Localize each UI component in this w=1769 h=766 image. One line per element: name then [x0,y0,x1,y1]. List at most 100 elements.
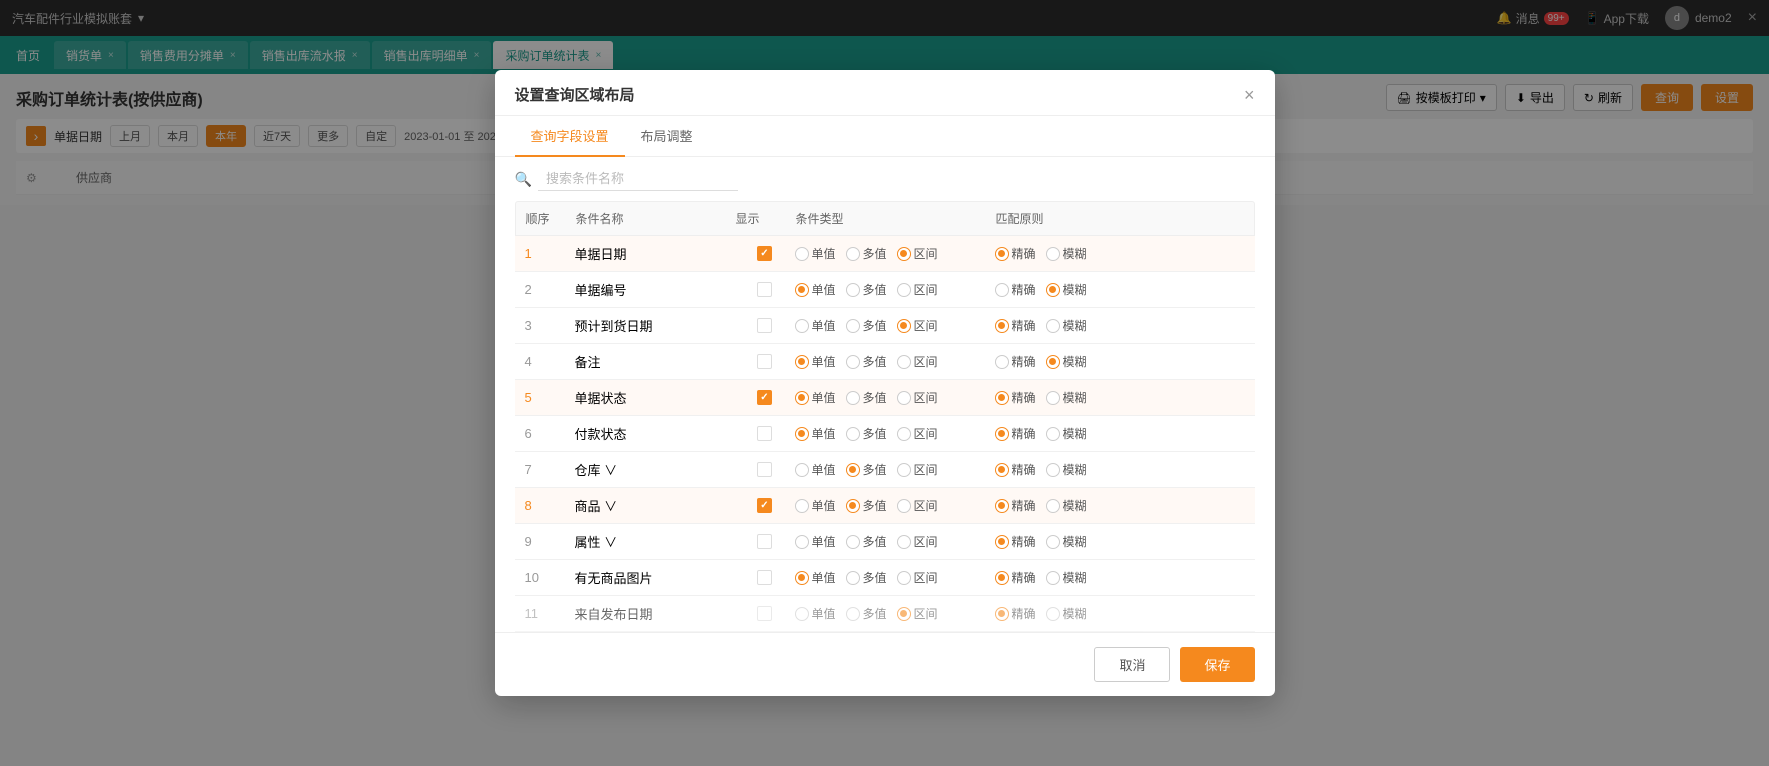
row-name: 单据日期 [575,244,735,263]
dialog-header: 设置查询区域布局 × [495,70,1275,116]
radio-single[interactable]: 单值 [795,245,836,262]
radio-range[interactable]: 区间 [897,569,938,586]
radio-exact[interactable]: 精确 [995,569,1036,586]
row-type-group: 单值 多值 区间 [795,533,995,550]
row-display-checkbox[interactable] [735,570,795,585]
row-display-checkbox[interactable] [735,498,795,513]
row-match-group: 精确 模糊 [995,245,1195,262]
row-name: 有无商品图片 [575,568,735,587]
radio-exact[interactable]: 精确 [995,461,1036,478]
radio-range[interactable]: 区间 [897,245,938,262]
radio-fuzzy[interactable]: 模糊 [1046,425,1087,442]
radio-exact[interactable]: 精确 [995,389,1036,406]
radio-single[interactable]: 单值 [795,281,836,298]
radio-multi[interactable]: 多值 [846,425,887,442]
radio-multi[interactable]: 多值 [846,569,887,586]
row-display-checkbox[interactable] [735,318,795,333]
row-name: 来自发布日期 [575,604,735,623]
radio-multi[interactable]: 多值 [846,461,887,478]
radio-exact[interactable]: 精确 [995,533,1036,550]
radio-range[interactable]: 区间 [897,353,938,370]
radio-fuzzy[interactable]: 模糊 [1046,389,1087,406]
save-button[interactable]: 保存 [1180,647,1254,682]
radio-range[interactable]: 区间 [897,425,938,442]
row-order: 2 [525,282,575,297]
radio-single[interactable]: 单值 [795,461,836,478]
settings-dialog: 设置查询区域布局 × 查询字段设置 布局调整 🔍 顺序 条件名称 显示 条件类型 [495,70,1275,696]
row-display-checkbox[interactable] [735,534,795,549]
radio-multi[interactable]: 多值 [846,533,887,550]
row-order: 5 [525,390,575,405]
radio-single[interactable]: 单值 [795,317,836,334]
row-display-checkbox[interactable] [735,462,795,477]
radio-fuzzy[interactable]: 模糊 [1046,317,1087,334]
radio-single[interactable]: 单值 [795,353,836,370]
row-match-group: 精确 模糊 [995,497,1195,514]
radio-range[interactable]: 区间 [897,281,938,298]
radio-range[interactable]: 区间 [897,533,938,550]
row-name: 单据编号 [575,280,735,299]
row-order: 11 [525,606,575,621]
row-match-group: 精确 模糊 [995,605,1195,622]
radio-multi[interactable]: 多值 [846,389,887,406]
radio-multi[interactable]: 多值 [846,245,887,262]
row-name: 备注 [575,352,735,371]
radio-range[interactable]: 区间 [897,317,938,334]
dialog-search-area: 🔍 [495,157,1275,201]
radio-exact[interactable]: 精确 [995,605,1036,622]
modal-overlay: 设置查询区域布局 × 查询字段设置 布局调整 🔍 顺序 条件名称 显示 条件类型 [0,0,1769,766]
radio-single[interactable]: 单值 [795,569,836,586]
radio-single[interactable]: 单值 [795,533,836,550]
radio-fuzzy[interactable]: 模糊 [1046,497,1087,514]
row-display-checkbox[interactable] [735,606,795,621]
radio-single[interactable]: 单值 [795,425,836,442]
radio-exact[interactable]: 精确 [995,353,1036,370]
radio-multi[interactable]: 多值 [846,281,887,298]
row-match-group: 精确 模糊 [995,569,1195,586]
row-display-checkbox[interactable] [735,354,795,369]
row-display-checkbox[interactable] [735,246,795,261]
radio-fuzzy[interactable]: 模糊 [1046,533,1087,550]
dialog-close-button[interactable]: × [1244,86,1255,104]
radio-fuzzy[interactable]: 模糊 [1046,245,1087,262]
dialog-tab-layout[interactable]: 布局调整 [625,116,709,157]
radio-exact[interactable]: 精确 [995,245,1036,262]
radio-range[interactable]: 区间 [897,461,938,478]
radio-range[interactable]: 区间 [897,605,938,622]
radio-exact[interactable]: 精确 [995,317,1036,334]
radio-fuzzy[interactable]: 模糊 [1046,461,1087,478]
radio-single[interactable]: 单值 [795,605,836,622]
radio-range[interactable]: 区间 [897,497,938,514]
radio-exact[interactable]: 精确 [995,281,1036,298]
col-match: 匹配原则 [996,210,1196,227]
radio-single[interactable]: 单值 [795,389,836,406]
radio-fuzzy[interactable]: 模糊 [1046,569,1087,586]
col-type: 条件类型 [796,210,996,227]
cancel-button[interactable]: 取消 [1094,647,1170,682]
row-display-checkbox[interactable] [735,426,795,441]
radio-multi[interactable]: 多值 [846,317,887,334]
table-row: 5 单据状态 单值 多值 区间 [515,380,1255,416]
dialog-tab-query-fields[interactable]: 查询字段设置 [515,116,625,157]
radio-single[interactable]: 单值 [795,497,836,514]
row-display-checkbox[interactable] [735,390,795,405]
radio-fuzzy[interactable]: 模糊 [1046,605,1087,622]
radio-multi[interactable]: 多值 [846,605,887,622]
row-name: 属性 ∨ [575,532,735,551]
search-input[interactable] [538,167,738,191]
row-display-checkbox[interactable] [735,282,795,297]
table-row: 7 仓库 ∨ 单值 多值 区间 [515,452,1255,488]
table-row: 9 属性 ∨ 单值 多值 区间 [515,524,1255,560]
radio-exact[interactable]: 精确 [995,497,1036,514]
radio-exact[interactable]: 精确 [995,425,1036,442]
row-order: 7 [525,462,575,477]
radio-fuzzy[interactable]: 模糊 [1046,353,1087,370]
radio-multi[interactable]: 多值 [846,353,887,370]
col-name: 条件名称 [576,210,736,227]
table-row: 1 单据日期 单值 多值 区间 [515,236,1255,272]
radio-multi[interactable]: 多值 [846,497,887,514]
row-order: 1 [525,246,575,261]
radio-range[interactable]: 区间 [897,389,938,406]
radio-fuzzy[interactable]: 模糊 [1046,281,1087,298]
row-match-group: 精确 模糊 [995,389,1195,406]
